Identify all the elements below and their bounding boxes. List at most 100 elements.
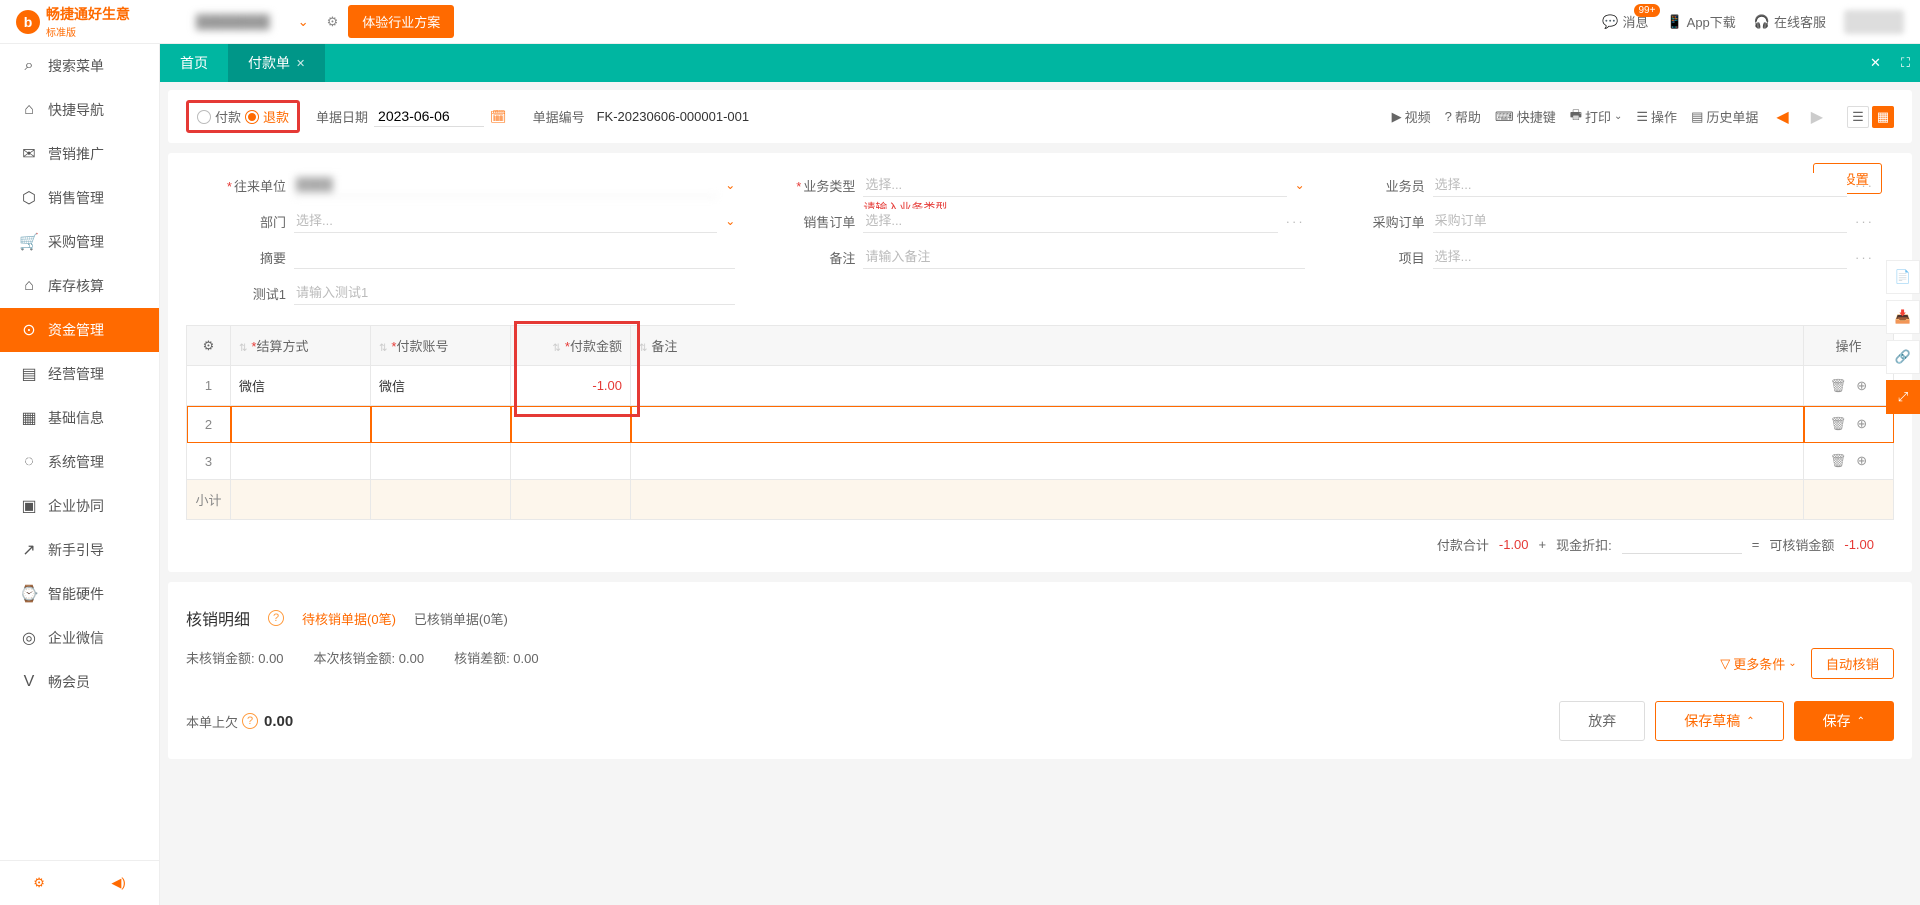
radio-refund[interactable]: 退款 <box>245 107 289 126</box>
prev-doc-button[interactable]: ◀ <box>1772 107 1792 127</box>
cell-account[interactable] <box>371 443 511 480</box>
more-icon[interactable]: ··· <box>1855 214 1874 229</box>
rail-attach-icon[interactable]: 🔗 <box>1886 340 1920 374</box>
sidebar-item-14[interactable]: V畅会员 <box>0 660 159 704</box>
delete-row-icon[interactable]: 🗑 <box>1830 416 1847 432</box>
online-service-link[interactable]: 🎧 在线客服 <box>1754 12 1826 31</box>
rail-inbox-icon[interactable]: 📥 <box>1886 300 1920 334</box>
more-icon[interactable]: ··· <box>1855 250 1874 265</box>
sidebar-item-11[interactable]: ↗新手引导 <box>0 528 159 572</box>
cell-remark[interactable] <box>631 406 1804 443</box>
th-settle[interactable]: ⇅*结算方式 <box>231 326 371 366</box>
view-list-button[interactable]: ☰ <box>1847 106 1869 128</box>
radio-pay[interactable]: 付款 <box>197 107 241 126</box>
rail-draft-icon[interactable]: 📄 <box>1886 260 1920 294</box>
save-draft-button[interactable]: 保存草稿⌃ <box>1655 701 1783 741</box>
chevron-down-icon[interactable]: ⌄ <box>725 178 735 192</box>
calendar-icon[interactable]: 🗓 <box>490 109 507 125</box>
sidebar-item-8[interactable]: ▦基础信息 <box>0 396 159 440</box>
video-link[interactable]: ▶视频 <box>1392 107 1431 126</box>
doc-date-input[interactable] <box>374 106 484 127</box>
operate-link[interactable]: ☰操作 <box>1636 107 1677 126</box>
cell-account[interactable]: 微信 <box>371 366 511 406</box>
tab-1[interactable]: 付款单✕ <box>228 44 325 82</box>
sidebar-item-2[interactable]: ✉营销推广 <box>0 132 159 176</box>
delete-row-icon[interactable]: 🗑 <box>1830 453 1847 469</box>
org-dropdown-caret[interactable]: ⌄ <box>298 14 309 30</box>
table-row[interactable]: 3🗑⊕ <box>187 443 1894 480</box>
tab-pending-writeoff[interactable]: 待核销单据(0笔) <box>302 609 396 628</box>
purchase-order-input[interactable] <box>1433 209 1847 233</box>
sidebar-item-0[interactable]: ⌕搜索菜单 <box>0 44 159 88</box>
chevron-down-icon[interactable]: ⌄ <box>1295 178 1305 192</box>
sidebar-item-6[interactable]: ⊙资金管理 <box>0 308 159 352</box>
add-row-icon[interactable]: ⊕ <box>1856 378 1867 394</box>
cell-settle[interactable]: 微信 <box>231 366 371 406</box>
test1-input[interactable] <box>294 281 735 305</box>
auto-writeoff-button[interactable]: 自动核销 <box>1811 648 1894 679</box>
app-download-link[interactable]: 📱 App下载 <box>1666 12 1735 31</box>
sale-order-input[interactable] <box>863 209 1277 233</box>
cell-amount[interactable]: -1.00 <box>511 366 631 406</box>
messages-link[interactable]: 💬 消息 99+ <box>1602 12 1648 31</box>
tab-close-icon[interactable]: ✕ <box>296 57 305 70</box>
th-account[interactable]: ⇅*付款账号 <box>371 326 511 366</box>
sidebar-item-13[interactable]: ◎企业微信 <box>0 616 159 660</box>
trial-plan-button[interactable]: 体验行业方案 <box>348 5 454 38</box>
sidebar-item-4[interactable]: 🛒采购管理 <box>0 220 159 264</box>
biz-type-input[interactable] <box>863 173 1286 197</box>
add-row-icon[interactable]: ⊕ <box>1856 416 1867 432</box>
cell-amount[interactable] <box>511 406 631 443</box>
history-link[interactable]: ▤历史单据 <box>1691 107 1758 126</box>
table-row[interactable]: 2🗑⊕ <box>187 406 1894 443</box>
more-icon[interactable]: ··· <box>1286 214 1305 229</box>
info-icon[interactable]: ? <box>268 610 284 626</box>
view-card-button[interactable]: ▦ <box>1872 106 1894 128</box>
cell-amount[interactable] <box>511 443 631 480</box>
print-link[interactable]: 🖶打印⌄ <box>1570 106 1623 128</box>
remark-input[interactable] <box>863 245 1304 269</box>
help-link[interactable]: ?帮助 <box>1445 107 1481 126</box>
sidebar-item-5[interactable]: ⌂库存核算 <box>0 264 159 308</box>
cash-discount-input[interactable] <box>1622 534 1742 554</box>
unit-input[interactable] <box>294 173 717 197</box>
summary-input[interactable] <box>294 245 735 269</box>
sidebar-item-3[interactable]: ⬡销售管理 <box>0 176 159 220</box>
table-row[interactable]: 1微信微信-1.00🗑⊕ <box>187 366 1894 406</box>
discard-button[interactable]: 放弃 <box>1559 701 1645 741</box>
user-avatar-blurred[interactable] <box>1844 10 1904 34</box>
more-conditions-link[interactable]: ▽更多条件⌄ <box>1720 654 1796 673</box>
rail-expand-icon[interactable]: ⤢ <box>1886 380 1920 414</box>
cell-settle[interactable] <box>231 443 371 480</box>
sidebar-item-10[interactable]: ▣企业协同 <box>0 484 159 528</box>
cell-remark[interactable] <box>631 366 1804 406</box>
sidebar-item-9[interactable]: ◌系统管理 <box>0 440 159 484</box>
sidebar-collapse-icon[interactable]: ◀) <box>111 875 125 891</box>
th-amount[interactable]: ⇅*付款金额 <box>511 326 631 366</box>
dept-input[interactable] <box>294 209 717 233</box>
cell-settle[interactable] <box>231 406 371 443</box>
th-remark[interactable]: ⇅备注 <box>631 326 1804 366</box>
sidebar-settings-icon[interactable]: ⚙ <box>33 875 45 891</box>
delete-row-icon[interactable]: 🗑 <box>1830 378 1847 394</box>
save-button[interactable]: 保存⌃ <box>1794 701 1894 741</box>
sidebar-item-1[interactable]: ⌂快捷导航 <box>0 88 159 132</box>
tab-fullscreen-icon[interactable]: ⛶ <box>1891 55 1920 71</box>
sidebar-item-12[interactable]: ⌚智能硬件 <box>0 572 159 616</box>
salesperson-input[interactable] <box>1433 173 1847 197</box>
settings-gear-icon[interactable]: ⚙ <box>327 14 339 30</box>
shortcut-link[interactable]: ⌨快捷键 <box>1495 107 1556 126</box>
chevron-down-icon[interactable]: ⌄ <box>725 214 735 228</box>
tab-close-all-icon[interactable]: ✕ <box>1860 55 1891 71</box>
cell-account[interactable] <box>371 406 511 443</box>
next-doc-button[interactable]: ▶ <box>1807 107 1827 127</box>
more-icon[interactable]: ··· <box>1855 178 1874 193</box>
tab-0[interactable]: 首页 <box>160 44 228 82</box>
tab-done-writeoff[interactable]: 已核销单据(0笔) <box>414 609 508 628</box>
sidebar-item-7[interactable]: ▤经营管理 <box>0 352 159 396</box>
project-input[interactable] <box>1433 245 1847 269</box>
info-icon[interactable]: ? <box>242 713 258 729</box>
cell-remark[interactable] <box>631 443 1804 480</box>
th-gear[interactable]: ⚙ <box>187 326 231 366</box>
add-row-icon[interactable]: ⊕ <box>1856 453 1867 469</box>
